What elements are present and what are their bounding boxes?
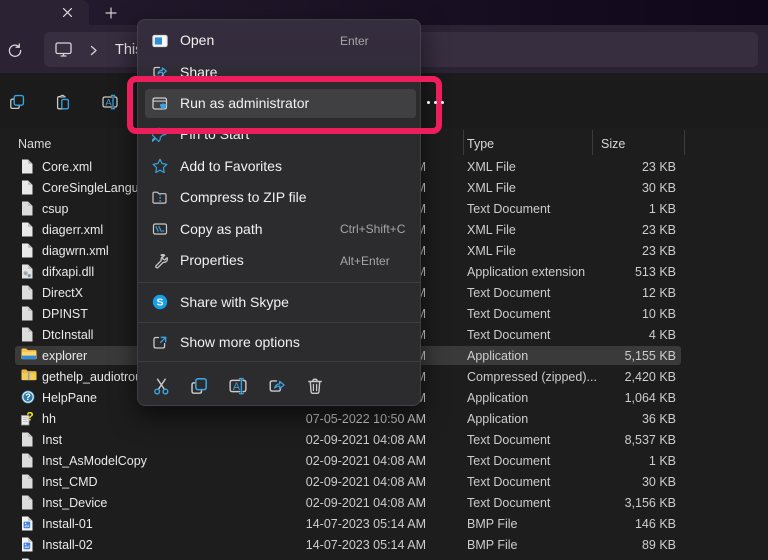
svg-text:?: ? — [26, 411, 33, 424]
svg-text:S: S — [156, 297, 163, 309]
svg-text:?: ? — [25, 392, 31, 402]
svg-text:A: A — [105, 98, 112, 109]
svg-text:A: A — [232, 381, 240, 393]
